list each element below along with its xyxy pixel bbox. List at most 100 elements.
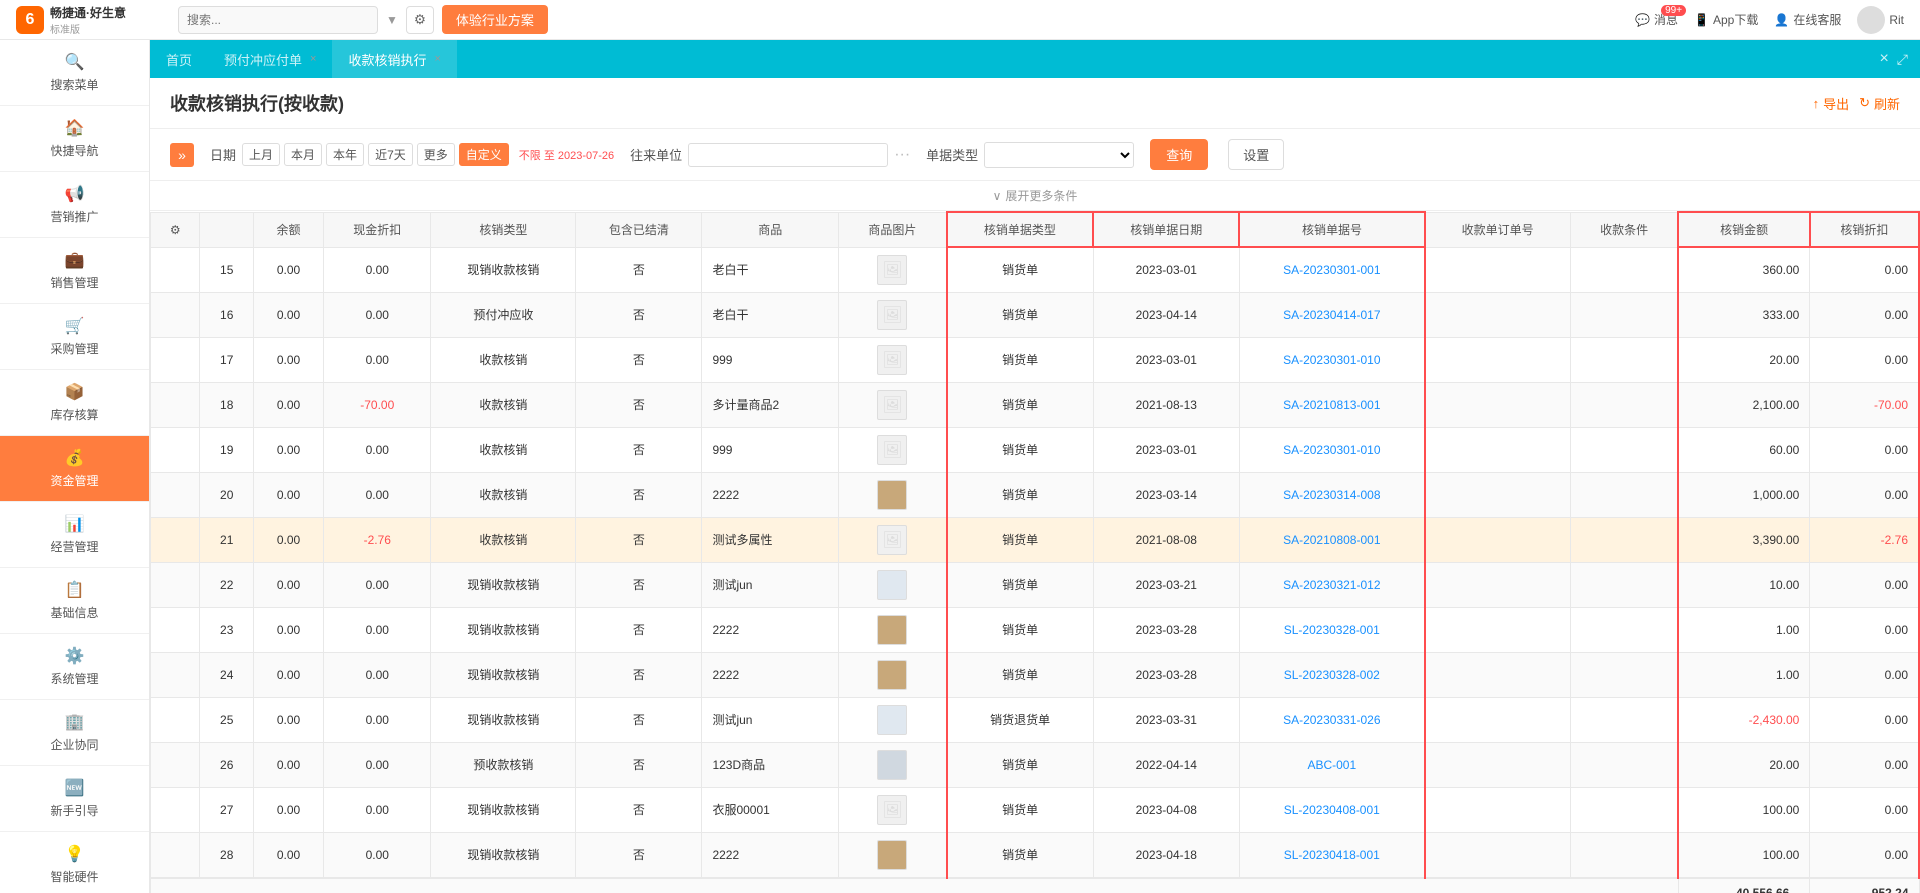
cell-verify-bill-type: 销货单 <box>947 562 1093 607</box>
filter-expand-button[interactable]: » <box>170 143 194 167</box>
date-btn-7days[interactable]: 近7天 <box>368 143 413 166</box>
settings-icon-btn[interactable]: ⚙ <box>406 6 434 34</box>
cell-included-cleared: 否 <box>576 832 702 878</box>
cell-verify-bill-type: 销货退货单 <box>947 697 1093 742</box>
from-unit-input[interactable] <box>688 143 888 167</box>
sidebar-item-marketing[interactable]: 📢营销推广 <box>0 172 149 238</box>
cell-seq: 18 <box>200 382 254 427</box>
cell-cash-discount: 0.00 <box>324 607 431 652</box>
bill-no-link[interactable]: SA-20230314-008 <box>1283 488 1380 502</box>
bill-no-link[interactable]: SA-20230414-017 <box>1283 308 1380 322</box>
sidebar-item-corp[interactable]: 🏢企业协同 <box>0 700 149 766</box>
sidebar-label-system: 系统管理 <box>50 670 98 687</box>
bill-no-link[interactable]: SA-20210808-001 <box>1283 533 1380 547</box>
cell-cash-discount: 0.00 <box>324 652 431 697</box>
cell-payment-terms <box>1570 292 1678 337</box>
sidebar-item-hardware[interactable]: 💡智能硬件 <box>0 832 149 893</box>
bill-type-select[interactable] <box>984 142 1134 168</box>
date-btn-this-year[interactable]: 本年 <box>326 143 364 166</box>
bill-no-link[interactable]: SL-20230328-001 <box>1284 623 1380 637</box>
cell-goods: 测试jun <box>702 697 839 742</box>
app-icon: 📱 <box>1694 13 1709 27</box>
tab-receipt-close-icon[interactable]: × <box>434 53 440 65</box>
bill-no-link[interactable]: SA-20230331-026 <box>1283 713 1380 727</box>
online-service-btn[interactable]: 👤 在线客服 <box>1774 11 1841 28</box>
bill-no-link[interactable]: SL-20230328-002 <box>1284 668 1380 682</box>
cell-verify-bill-date: 2023-03-31 <box>1093 697 1239 742</box>
bill-no-link[interactable]: SA-20230301-010 <box>1283 353 1380 367</box>
bill-no-link[interactable]: SA-20230301-001 <box>1283 263 1380 277</box>
query-button[interactable]: 查询 <box>1150 139 1208 170</box>
date-btn-custom[interactable]: 自定义 <box>459 143 509 166</box>
bill-no-link[interactable]: SA-20210813-001 <box>1283 398 1380 412</box>
message-btn[interactable]: 💬 消息 99+ <box>1635 11 1678 28</box>
cell-verify-discount: 0.00 <box>1810 742 1919 787</box>
cell-goods: 2222 <box>702 832 839 878</box>
sidebar-icon-guide: 🆕 <box>65 778 85 798</box>
cell-receipt-order-no <box>1425 787 1571 832</box>
cell-seq: 15 <box>200 247 254 292</box>
expand-more-button[interactable]: ∨ 展开更多条件 <box>993 187 1078 204</box>
cell-verify-bill-no: SA-20210808-001 <box>1239 517 1424 562</box>
tabs-right-actions: × ⤢ <box>1879 50 1920 68</box>
tab-receipt[interactable]: 收款核销执行 × <box>332 40 456 78</box>
cell-included-cleared: 否 <box>576 472 702 517</box>
bill-no-link[interactable]: SL-20230408-001 <box>1284 803 1380 817</box>
cell-balance: 0.00 <box>253 562 323 607</box>
cell-verify-bill-type: 销货单 <box>947 742 1093 787</box>
bill-no-link[interactable]: SL-20230418-001 <box>1284 848 1380 862</box>
goods-thumbnail: 🖼 <box>877 795 907 825</box>
cell-verify-discount: 0.00 <box>1810 697 1919 742</box>
cell-verify-type: 收款核销 <box>431 472 576 517</box>
goods-thumbnail <box>877 615 907 645</box>
search-input[interactable] <box>178 6 378 34</box>
cell-verify-discount: -2.76 <box>1810 517 1919 562</box>
refresh-button[interactable]: ↻ 刷新 <box>1859 94 1900 113</box>
bill-no-link[interactable]: SA-20230321-012 <box>1283 578 1380 592</box>
cell-receipt-order-no <box>1425 427 1571 472</box>
app-download-btn[interactable]: 📱 App下载 <box>1694 11 1758 28</box>
trial-button[interactable]: 体验行业方案 <box>442 5 548 34</box>
tab-home[interactable]: 首页 <box>150 40 208 78</box>
tab-prepay[interactable]: 预付冲应付单 × <box>208 40 332 78</box>
export-button[interactable]: ↑ 导出 <box>1813 94 1850 113</box>
cell-verify-amount: 60.00 <box>1678 427 1809 472</box>
sidebar-item-purchase[interactable]: 🛒采购管理 <box>0 304 149 370</box>
tab-prepay-close-icon[interactable]: × <box>310 53 316 65</box>
date-btn-more[interactable]: 更多 <box>417 143 455 166</box>
bill-no-link[interactable]: SA-20230301-010 <box>1283 443 1380 457</box>
cell-settings <box>151 337 200 382</box>
cell-verify-bill-date: 2021-08-13 <box>1093 382 1239 427</box>
cell-verify-discount: 0.00 <box>1810 337 1919 382</box>
user-info[interactable]: Rit <box>1857 6 1904 34</box>
sidebar-item-basic[interactable]: 📋基础信息 <box>0 568 149 634</box>
cell-verify-type: 现销收款核销 <box>431 652 576 697</box>
sidebar: 🔍搜索菜单🏠快捷导航📢营销推广💼销售管理🛒采购管理📦库存核算💰资金管理📊经营管理… <box>0 40 150 893</box>
filter-settings-button[interactable]: 设置 <box>1228 139 1284 170</box>
cell-goods-img <box>838 742 946 787</box>
sidebar-item-search[interactable]: 🔍搜索菜单 <box>0 40 149 106</box>
sidebar-item-finance[interactable]: 💰资金管理 <box>0 436 149 502</box>
window-close-icon[interactable]: × <box>1879 50 1888 68</box>
col-settings[interactable]: ⚙ <box>151 212 200 247</box>
cell-included-cleared: 否 <box>576 382 702 427</box>
cell-payment-terms <box>1570 607 1678 652</box>
window-expand-icon[interactable]: ⤢ <box>1897 51 1908 68</box>
sidebar-item-inventory[interactable]: 📦库存核算 <box>0 370 149 436</box>
cell-verify-bill-date: 2023-04-08 <box>1093 787 1239 832</box>
sidebar-item-operation[interactable]: 📊经营管理 <box>0 502 149 568</box>
sidebar-item-guide[interactable]: 🆕新手引导 <box>0 766 149 832</box>
date-btn-last-month[interactable]: 上月 <box>242 143 280 166</box>
cell-verify-bill-date: 2023-03-21 <box>1093 562 1239 607</box>
sidebar-item-quick[interactable]: 🏠快捷导航 <box>0 106 149 172</box>
cell-goods-img: 🖼 <box>838 382 946 427</box>
bill-no-link[interactable]: ABC-001 <box>1307 758 1356 772</box>
cell-verify-bill-date: 2023-03-28 <box>1093 652 1239 697</box>
sidebar-item-sales[interactable]: 💼销售管理 <box>0 238 149 304</box>
cell-receipt-order-no <box>1425 697 1571 742</box>
sidebar-item-system[interactable]: ⚙️系统管理 <box>0 634 149 700</box>
cell-verify-bill-no: SA-20230301-001 <box>1239 247 1424 292</box>
date-btn-this-month[interactable]: 本月 <box>284 143 322 166</box>
table-row: 28 0.00 0.00 现销收款核销 否 2222 销货单 2023-04-1… <box>151 832 1920 878</box>
goods-thumbnail <box>877 750 907 780</box>
